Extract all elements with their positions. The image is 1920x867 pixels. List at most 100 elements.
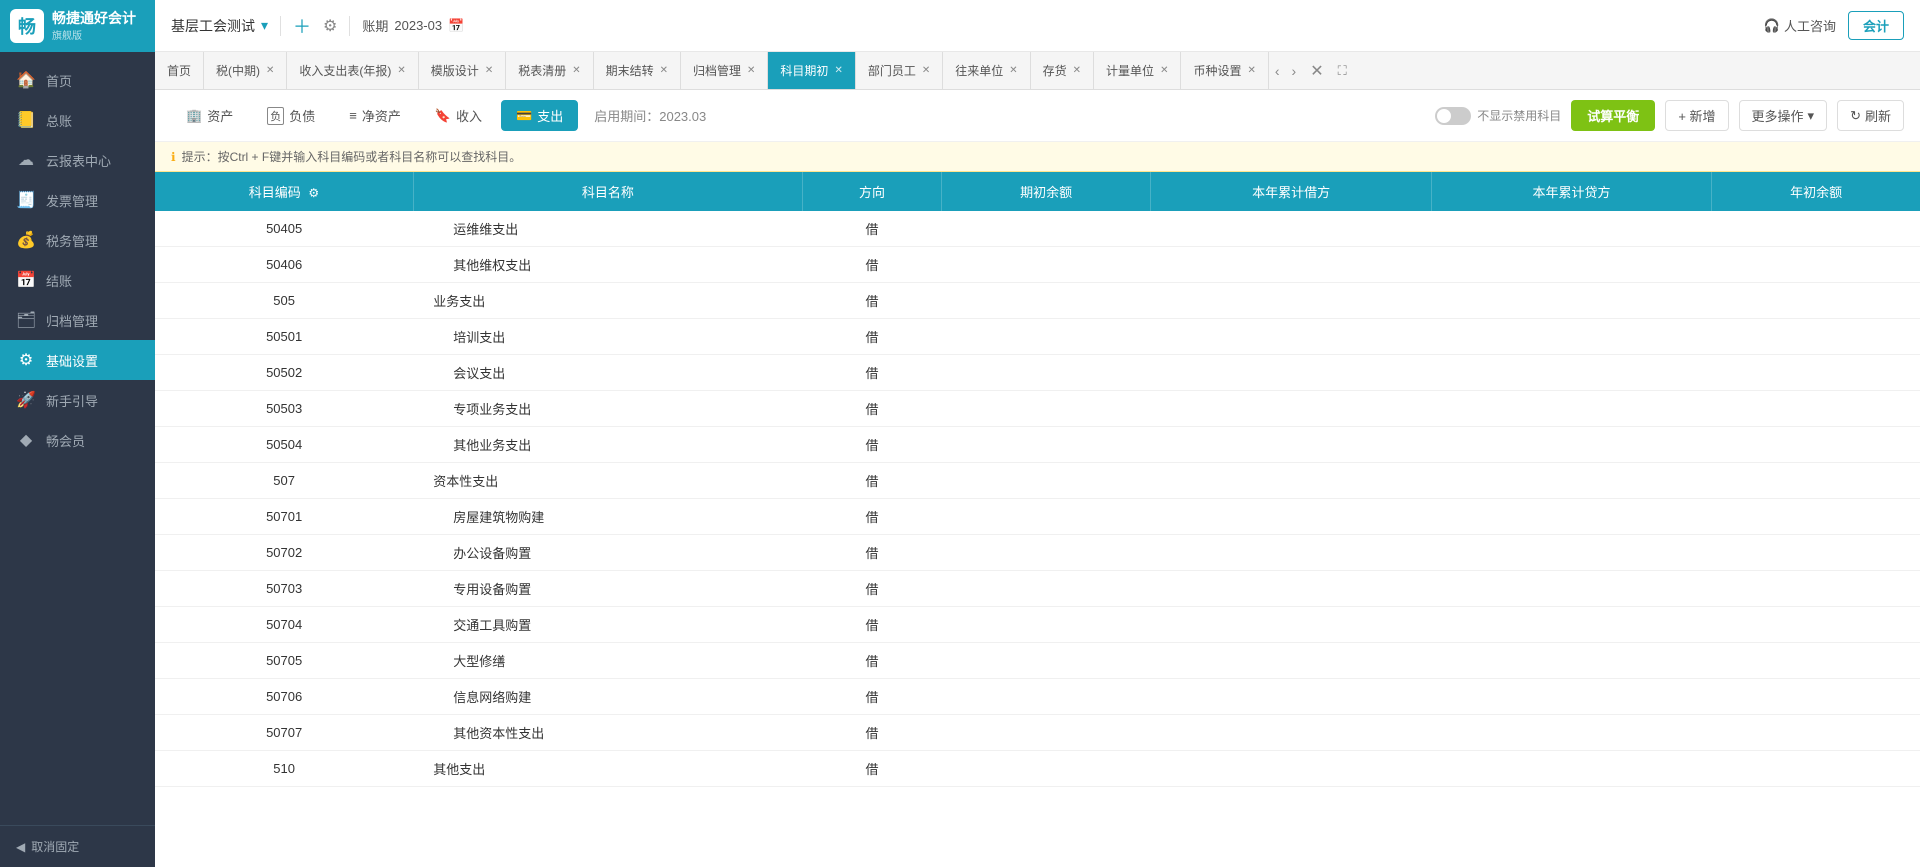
cell-name: 业务支出 [413, 283, 802, 319]
table-row[interactable]: 505 业务支出 借 [155, 283, 1920, 319]
tab-close-icon[interactable]: ✕ [397, 65, 405, 76]
help-button[interactable]: 🎧 人工咨询 [1764, 16, 1836, 35]
filter-tab-income[interactable]: 🔖 收入 [420, 100, 497, 131]
col-header-ytd-debit: 本年累计借方 [1151, 172, 1431, 211]
tabs-prev-button[interactable]: ‹ [1269, 52, 1286, 89]
tab-close-icon[interactable]: ✕ [834, 65, 842, 76]
cell-code: 50704 [155, 607, 413, 643]
sidebar-item-ledger[interactable]: 📒 总账 [0, 100, 155, 140]
sidebar-item-archive[interactable]: 🗂 归档管理 [0, 300, 155, 340]
company-settings-button[interactable]: ⚙ [323, 16, 337, 36]
col-settings-icon[interactable]: ⚙ [308, 186, 319, 200]
cell-year-start [1712, 571, 1920, 607]
table-row[interactable]: 50406 其他维权支出 借 [155, 247, 1920, 283]
sidebar-item-member[interactable]: ◆ 畅会员 [0, 420, 155, 460]
cell-dir: 借 [803, 319, 942, 355]
tips-bar: ℹ 提示：按Ctrl + F键并输入科目编码或者科目名称可以查找科目。 [155, 142, 1920, 172]
tab-close-icon[interactable]: ✕ [1160, 65, 1168, 76]
tab-close-icon[interactable]: ✕ [485, 65, 493, 76]
table-row[interactable]: 50707 其他资本性支出 借 [155, 715, 1920, 751]
table-row[interactable]: 50502 会议支出 借 [155, 355, 1920, 391]
tab-home[interactable]: 首页 [155, 52, 204, 89]
table-row[interactable]: 50703 专用设备购置 借 [155, 571, 1920, 607]
table-row[interactable]: 50504 其他业务支出 借 [155, 427, 1920, 463]
tab-unit[interactable]: 计量单位 ✕ [1094, 52, 1181, 89]
tab-currency[interactable]: 币种设置 ✕ [1181, 52, 1268, 89]
refresh-button[interactable]: ↻ 刷新 [1837, 100, 1904, 131]
filter-tab-net-asset[interactable]: ≡ 净资产 [334, 100, 416, 131]
table-row[interactable]: 50701 房屋建筑物购建 借 [155, 499, 1920, 535]
cell-initial-balance [941, 463, 1151, 499]
cell-name: 房屋建筑物购建 [413, 499, 802, 535]
filter-tab-asset[interactable]: 🏢 资产 [171, 100, 248, 131]
cell-dir: 借 [803, 643, 942, 679]
sidebar-item-close[interactable]: 📅 结账 [0, 260, 155, 300]
tab-close-icon[interactable]: ✕ [922, 65, 930, 76]
tab-tax-mid[interactable]: 税(中期) ✕ [204, 52, 287, 89]
sidebar-item-reports[interactable]: ☁ 云报表中心 [0, 140, 155, 180]
filter-tab-expense[interactable]: 💳 支出 [501, 100, 578, 131]
tab-close-icon[interactable]: ✕ [572, 65, 580, 76]
tabs-close-all-button[interactable]: ✕ [1302, 52, 1331, 89]
cell-initial-balance [941, 427, 1151, 463]
archive-icon: 🗂 [16, 310, 36, 330]
sidebar-item-invoice[interactable]: 🧾 发票管理 [0, 180, 155, 220]
calendar-icon[interactable]: 📅 [448, 18, 464, 34]
add-button[interactable]: + 新增 [1665, 100, 1728, 131]
more-actions-button[interactable]: 更多操作 ▾ [1739, 100, 1828, 131]
calculate-balance-button[interactable]: 试算平衡 [1571, 100, 1655, 131]
table-row[interactable]: 50704 交通工具购置 借 [155, 607, 1920, 643]
cell-ytd-debit [1151, 535, 1431, 571]
income-icon: 🔖 [435, 108, 451, 124]
close-period-icon: 📅 [16, 270, 36, 290]
tab-close-icon[interactable]: ✕ [660, 65, 668, 76]
help-label: 人工咨询 [1784, 16, 1836, 35]
net-asset-icon: ≡ [349, 108, 357, 123]
cell-year-start [1712, 751, 1920, 787]
tab-close-icon[interactable]: ✕ [747, 65, 755, 76]
tab-archive[interactable]: 归档管理 ✕ [681, 52, 768, 89]
cell-ytd-debit [1151, 427, 1431, 463]
table-row[interactable]: 50702 办公设备购置 借 [155, 535, 1920, 571]
table-row[interactable]: 507 资本性支出 借 [155, 463, 1920, 499]
sidebar-item-home[interactable]: 🏠 首页 [0, 60, 155, 100]
tab-close-icon[interactable]: ✕ [1073, 65, 1081, 76]
cancel-fixed-button[interactable]: ◀ 取消固定 [0, 825, 155, 867]
table-row[interactable]: 50405 运维维支出 借 [155, 211, 1920, 247]
disable-toggle[interactable] [1435, 107, 1471, 125]
cell-initial-balance [941, 319, 1151, 355]
disable-toggle-wrap: 不显示禁用科目 [1435, 107, 1561, 125]
tab-close-icon[interactable]: ✕ [1247, 65, 1255, 76]
cell-name: 大型修缮 [413, 643, 802, 679]
tab-close-icon[interactable]: ✕ [266, 65, 274, 76]
user-role-button[interactable]: 会计 [1848, 11, 1904, 40]
tab-counterpart[interactable]: 往来单位 ✕ [943, 52, 1030, 89]
cell-ytd-credit [1431, 607, 1711, 643]
tab-subject-initial[interactable]: 科目期初 ✕ [768, 52, 855, 89]
tabs-expand-button[interactable]: ⛶ [1332, 52, 1353, 89]
sidebar-item-label: 结账 [46, 271, 72, 290]
tab-tax-book[interactable]: 税表清册 ✕ [506, 52, 593, 89]
sidebar-item-guide[interactable]: 🚀 新手引导 [0, 380, 155, 420]
col-header-name: 科目名称 [413, 172, 802, 211]
tab-period-end[interactable]: 期末结转 ✕ [594, 52, 681, 89]
tab-close-icon[interactable]: ✕ [1009, 65, 1017, 76]
tab-dept[interactable]: 部门员工 ✕ [856, 52, 943, 89]
company-selector[interactable]: 基层工会测试 ▾ [171, 16, 268, 36]
table-row[interactable]: 50503 专项业务支出 借 [155, 391, 1920, 427]
cell-name: 其他维权支出 [413, 247, 802, 283]
add-company-button[interactable]: ＋ [293, 13, 311, 39]
cell-code: 50405 [155, 211, 413, 247]
tab-income-report[interactable]: 收入支出表(年报) ✕ [287, 52, 418, 89]
table-row[interactable]: 50705 大型修缮 借 [155, 643, 1920, 679]
tab-template[interactable]: 模版设计 ✕ [419, 52, 506, 89]
tab-inventory[interactable]: 存货 ✕ [1031, 52, 1094, 89]
cell-ytd-debit [1151, 607, 1431, 643]
filter-tab-liability[interactable]: 负 负债 [252, 100, 330, 131]
sidebar-item-tax[interactable]: 💰 税务管理 [0, 220, 155, 260]
table-row[interactable]: 50501 培训支出 借 [155, 319, 1920, 355]
sidebar-item-settings[interactable]: ⚙ 基础设置 [0, 340, 155, 380]
table-row[interactable]: 50706 信息网络购建 借 [155, 679, 1920, 715]
table-row[interactable]: 510 其他支出 借 [155, 751, 1920, 787]
tabs-next-button[interactable]: › [1286, 52, 1303, 89]
